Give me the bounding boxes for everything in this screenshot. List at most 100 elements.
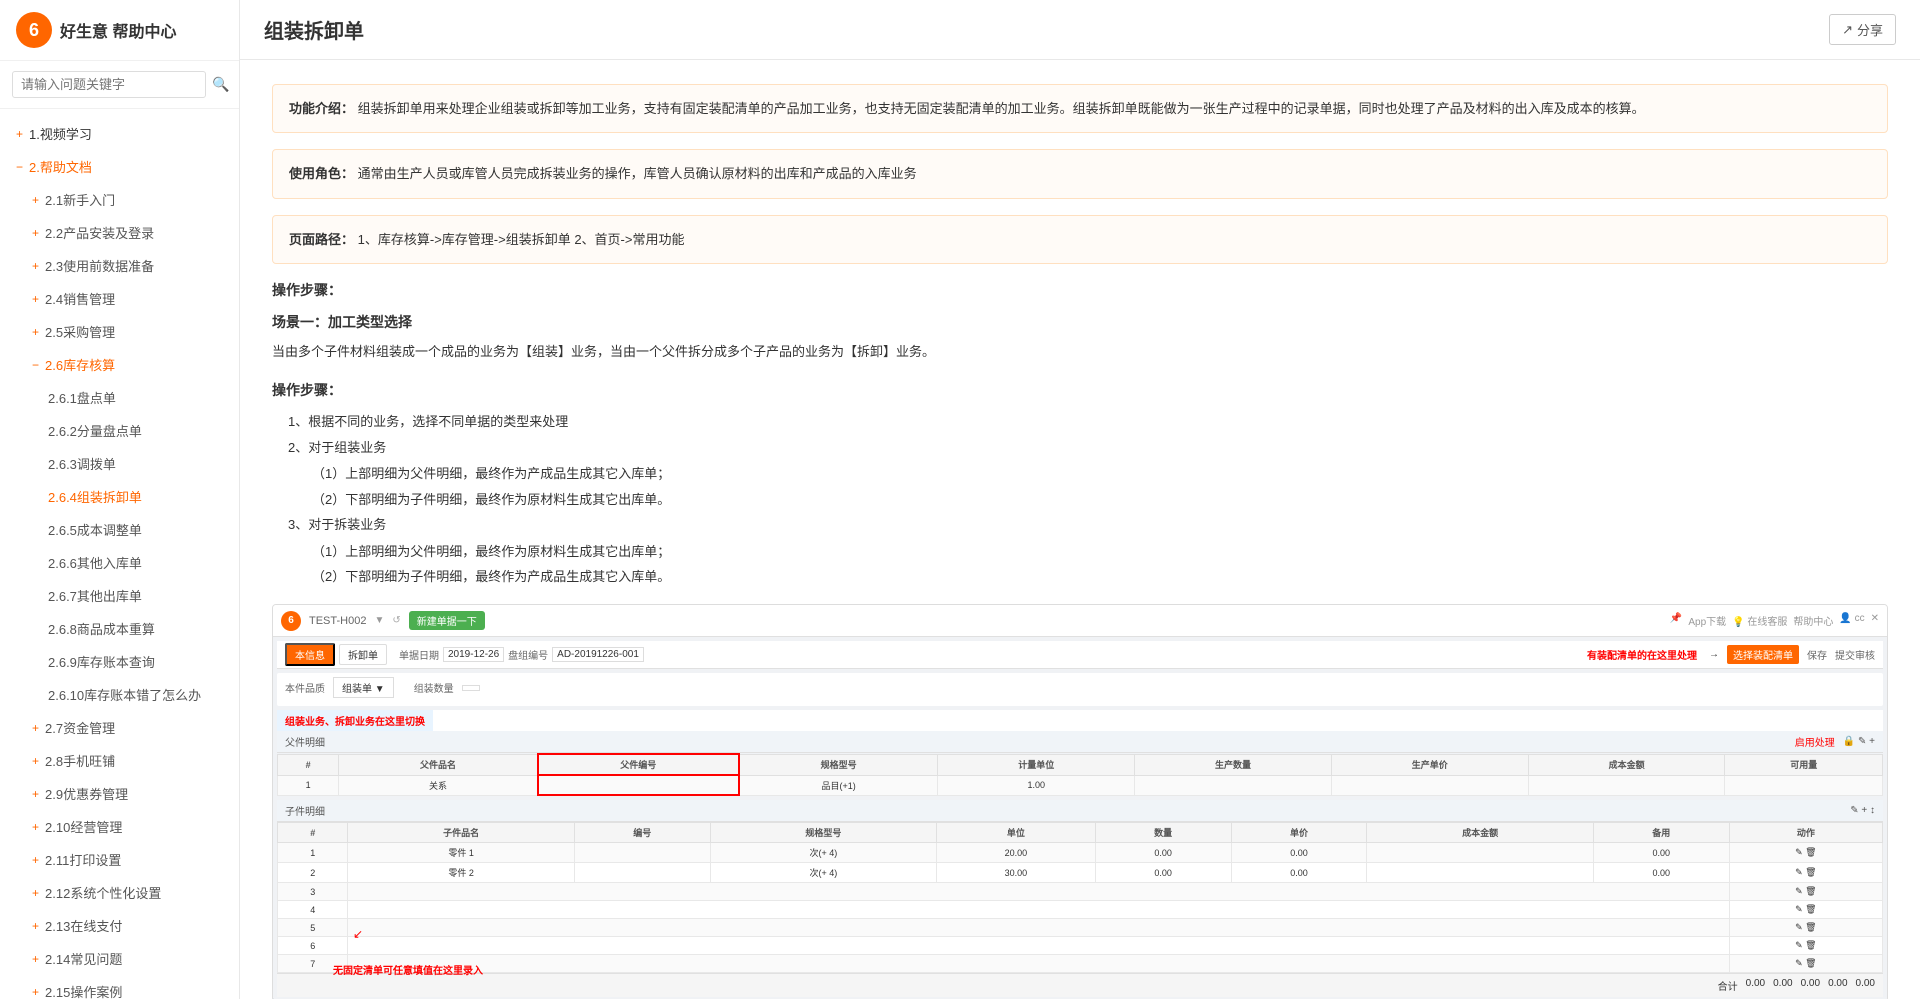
fake-lower-row-3: 3 ✎ 🗑 [278,883,1883,901]
fake-lower-th-code: 编号 [574,823,710,843]
fake-annotation1-text: 有装配清单的在这里处理 [1587,647,1697,662]
sidebar-item-goods-cost[interactable]: 2.6.8商品成本重算 [0,612,239,645]
sidebar-item-docs[interactable]: − 2.帮助文档 [0,150,239,183]
path-text: 1、库存核算->库存管理->组装拆卸单 2、首页->常用功能 [358,232,685,247]
main-area: 组装拆卸单 ↗ 分享 功能介绍： 组装拆卸单用来处理企业组装或拆卸等加工业务，支… [240,0,1920,999]
fake-lower-cell-1-qty: 0.00 [1095,843,1231,863]
fake-lower-cell-6-num: 6 [278,937,348,955]
nav-prefix: + [32,292,39,306]
fake-cell-1-cost [1528,775,1725,795]
sidebar-item-cost-adjust[interactable]: 2.6.5成本调整单 [0,513,239,546]
scene1-desc: 当由多个子件材料组装成一个成品的业务为【组装】业务，当由一个父件拆分成多个子产品… [272,340,1888,363]
fake-lower-cell-2-unit: 30.00 [937,863,1096,883]
fake-nav-icon1: 📌 [1670,613,1682,628]
step1: 1、根据不同的业务，选择不同单据的类型来处理 [288,410,1888,433]
logo-icon: 6 [16,12,52,48]
sidebar-item-adjust[interactable]: 2.6.3调拨单 [0,447,239,480]
fake-lower-cell-1-num: 1 [278,843,348,863]
fake-lower-table: # 子件品名 编号 规格型号 单位 数量 单价 成本金额 备用 动作 [277,822,1883,973]
fake-total-3: 0.00 [1801,978,1820,993]
nav-prefix: + [32,721,39,735]
fake-lower-row-7: 7 ✎ 🗑 [278,955,1883,973]
fake-lower-cell-2-price: 0.00 [1231,863,1367,883]
fake-th-parent-name: 父件品名 [339,754,538,775]
fake-lower-th-unit: 单位 [937,823,1096,843]
main-content: 功能介绍： 组装拆卸单用来处理企业组装或拆卸等加工业务，支持有固定装配清单的产品… [240,60,1920,999]
fake-annotation5: 无固定清单可任意填值在这里录入 [333,962,483,977]
fake-lower-cell-4-action: ✎ 🗑 [1729,901,1882,919]
fake-th-unit: 计量单位 [938,754,1135,775]
screenshot-container: 6 TEST-H002 ▼ ↺ 新建单据一下 📌 App下载 💡 在线客服 帮助… [272,604,1888,999]
fake-nav-icon3: 💡 在线客服 [1732,613,1787,628]
fake-total-5: 0.00 [1856,978,1875,993]
fake-refresh-icon: ↺ [392,615,400,626]
fake-tab-active[interactable]: 本信息 [285,643,335,666]
sidebar-item-print[interactable]: + 2.11打印设置 [0,843,239,876]
sidebar-item-mobile[interactable]: + 2.8手机旺铺 [0,744,239,777]
sidebar-item-other-in[interactable]: 2.6.6其他入库单 [0,546,239,579]
sidebar-item-install[interactable]: + 2.2产品安装及登录 [0,216,239,249]
fake-series-val: AD-20191226-001 [552,647,644,662]
fake-cell-1-name: 关系 [339,775,538,795]
sidebar-item-stock[interactable]: − 2.6库存核算 [0,348,239,381]
sidebar-item-stock-query[interactable]: 2.6.9库存账本查询 [0,645,239,678]
page-header: 组装拆卸单 ↗ 分享 [240,0,1920,60]
logo-text: 好生意 帮助中心 [60,18,176,42]
sidebar-item-customize[interactable]: + 2.12系统个性化设置 [0,876,239,909]
fake-lower-cell-2-spec: 次(+ 4) [710,863,936,883]
sidebar-item-video[interactable]: + 1.视频学习 [0,117,239,150]
sidebar-item-split-inventory[interactable]: 2.6.2分量盘点单 [0,414,239,447]
sidebar-item-sales[interactable]: + 2.4销售管理 [0,282,239,315]
fake-cell-1-code [538,775,739,795]
step2-1: （1）上部明细为父件明细，最终作为产成品生成其它入库单； [312,462,1888,485]
fake-lower-cell-5-empty [348,919,1729,937]
fake-save-btn: 保存 [1807,647,1827,662]
fake-tab2[interactable]: 拆卸单 [339,644,387,665]
sidebar-item-online-pay[interactable]: + 2.13在线支付 [0,909,239,942]
fake-total-4: 0.00 [1828,978,1847,993]
fake-lower-th-action: 动作 [1729,823,1882,843]
nav-prefix: + [32,226,39,240]
sidebar-item-new[interactable]: + 2.1新手入门 [0,183,239,216]
fake-form-row1: 本件品质 组装单 ▼ 组装数量 [285,677,1875,698]
sidebar-item-stock-error[interactable]: 2.6.10库存账本错了怎么办 [0,678,239,711]
sidebar-item-prepare[interactable]: + 2.3使用前数据准备 [0,249,239,282]
sidebar-item-cases[interactable]: + 2.15操作案例 [0,975,239,999]
step2-2: （2）下部明细为子件明细，最终作为原材料生成其它出库单。 [312,488,1888,511]
search-input[interactable] [12,71,206,98]
sidebar-item-assemble[interactable]: 2.6.4组装拆卸单 [0,480,239,513]
fake-annotation5-arrow: ↙ [353,927,363,941]
sidebar-item-faq[interactable]: + 2.14常见问题 [0,942,239,975]
fake-th-cost: 成本金额 [1528,754,1725,775]
fake-lower-row-1: 1 零件 1 次(+ 4) 20.00 0.00 0.00 0.00 ✎ [278,843,1883,863]
fake-annotation3: 组装业务、拆卸业务在这里切换 [277,710,433,731]
fake-new-btn[interactable]: 新建单据一下 [409,611,485,630]
search-icon[interactable]: 🔍 [212,76,229,93]
sidebar-item-coupon[interactable]: + 2.9优惠券管理 [0,777,239,810]
fake-logo: 6 [281,611,301,631]
nav-prefix: + [32,787,39,801]
fake-row-1: 1 关系 品目(+1) 1.00 [278,775,1883,795]
sidebar-item-finance[interactable]: + 2.7资金管理 [0,711,239,744]
fake-th-num: # [278,754,339,775]
sidebar: 6 好生意 帮助中心 🔍 + 1.视频学习 − 2.帮助文档 + 2.1新手入门… [0,0,240,999]
fake-total-2: 0.00 [1773,978,1792,993]
fake-type-dropdown[interactable]: 组装单 ▼ [333,677,394,698]
sidebar-item-purchase[interactable]: + 2.5采购管理 [0,315,239,348]
fake-date-val: 2019-12-26 [443,647,504,662]
fake-lower-th-avail: 备用 [1593,823,1729,843]
nav-prefix: + [32,853,39,867]
step2: 2、对于组装业务 [288,436,1888,459]
fake-qty-input[interactable] [462,685,480,691]
fake-lower-cell-7-action: ✎ 🗑 [1729,955,1882,973]
fake-lower-action-icons: ✎ + ↕ [1850,805,1875,816]
share-button[interactable]: ↗ 分享 [1829,14,1896,45]
fake-select-list-btn[interactable]: 选择装配清单 [1727,645,1799,664]
fake-lower-cell-2-num: 2 [278,863,348,883]
sidebar-item-inventory[interactable]: 2.6.1盘点单 [0,381,239,414]
sidebar-item-ops[interactable]: + 2.10经营管理 [0,810,239,843]
sidebar-item-other-out[interactable]: 2.6.7其他出库单 [0,579,239,612]
nav-prefix: + [32,952,39,966]
fake-lower-th-name: 子件品名 [348,823,574,843]
path-label: 页面路径： [289,232,354,247]
